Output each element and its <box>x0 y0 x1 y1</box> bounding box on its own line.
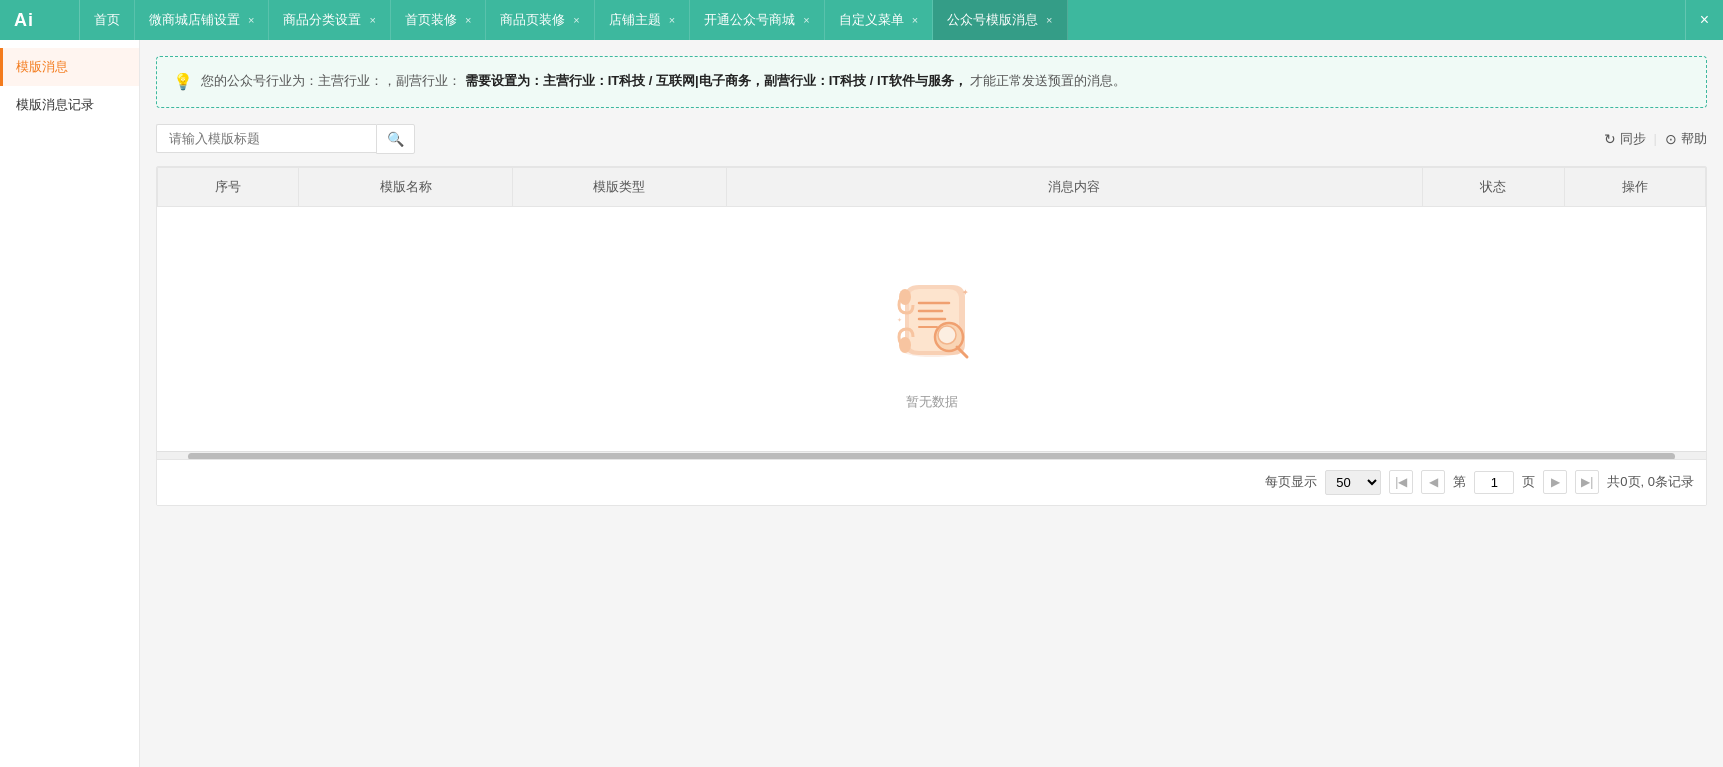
notice-text: 您的公众号行业为：主营行业：，副营行业： 需要设置为：主营行业：IT科技 / 互… <box>201 71 1126 92</box>
help-button[interactable]: ⊙ 帮助 <box>1665 130 1707 148</box>
nav-tab-3[interactable]: 首页装修 × <box>391 0 486 40</box>
page-label-before: 第 <box>1453 473 1466 491</box>
nav-tab-0[interactable]: 首页 <box>80 0 135 40</box>
table-col-1: 模版名称 <box>299 167 513 206</box>
pagination-bar: 每页显示 50 20 100 |◀ ◀ 第 页 ▶ ▶| 共0页, 0条记录 <box>157 459 1706 505</box>
nav-tab-close-2[interactable]: × <box>369 14 375 26</box>
nav-tab-label-8: 公众号模版消息 <box>947 11 1038 29</box>
notice-box: 💡 您的公众号行业为：主营行业：，副营行业： 需要设置为：主营行业：IT科技 /… <box>156 56 1707 108</box>
svg-point-8 <box>938 326 956 344</box>
nav-tab-close-1[interactable]: × <box>248 14 254 26</box>
nav-tab-close-4[interactable]: × <box>573 14 579 26</box>
nav-tab-close-3[interactable]: × <box>465 14 471 26</box>
nav-tab-6[interactable]: 开通公众号商城 × <box>690 0 824 40</box>
divider: | <box>1654 131 1657 146</box>
table-col-0: 序号 <box>158 167 299 206</box>
empty-text: 暂无数据 <box>906 393 958 411</box>
nav-tab-label-3: 首页装修 <box>405 11 457 29</box>
nav-tab-label-1: 微商城店铺设置 <box>149 11 240 29</box>
sidebar: 模版消息模版消息记录 <box>0 40 140 767</box>
sidebar-item-1[interactable]: 模版消息记录 <box>0 86 139 124</box>
horizontal-scrollbar[interactable] <box>157 451 1706 459</box>
nav-tab-label-5: 店铺主题 <box>609 11 661 29</box>
page-number-input[interactable] <box>1474 471 1514 494</box>
svg-text:✦: ✦ <box>962 288 969 297</box>
table-col-3: 消息内容 <box>726 167 1423 206</box>
logo: Ai <box>0 0 80 40</box>
nav-tab-close-5[interactable]: × <box>669 14 675 26</box>
sync-button[interactable]: ↻ 同步 <box>1604 130 1646 148</box>
close-all-tabs-button[interactable]: × <box>1685 0 1723 40</box>
svg-point-6 <box>899 337 911 353</box>
total-info: 共0页, 0条记录 <box>1607 473 1694 491</box>
nav-tab-label-0: 首页 <box>94 11 120 29</box>
table-container: 序号模版名称模版类型消息内容状态操作 <box>156 166 1707 506</box>
nav-tab-label-4: 商品页装修 <box>500 11 565 29</box>
next-page-button[interactable]: ▶ <box>1543 470 1567 494</box>
svg-point-5 <box>899 289 911 305</box>
empty-icon: ✦ ✦ <box>877 267 987 377</box>
table-col-4: 状态 <box>1423 167 1564 206</box>
search-bar: 🔍 ↻ 同步 | ⊙ 帮助 <box>156 124 1707 154</box>
page-size-label: 每页显示 <box>1265 473 1317 491</box>
nav-tab-close-6[interactable]: × <box>803 14 809 26</box>
search-icon: 🔍 <box>387 131 404 147</box>
search-button[interactable]: 🔍 <box>376 124 415 154</box>
top-navigation: Ai 首页微商城店铺设置×商品分类设置×首页装修×商品页装修×店铺主题×开通公众… <box>0 0 1723 40</box>
nav-tab-4[interactable]: 商品页装修 × <box>486 0 594 40</box>
page-label-after: 页 <box>1522 473 1535 491</box>
first-page-button[interactable]: |◀ <box>1389 470 1413 494</box>
page-size-select[interactable]: 50 20 100 <box>1325 470 1381 495</box>
nav-tab-close-8[interactable]: × <box>1046 14 1052 26</box>
prev-page-button[interactable]: ◀ <box>1421 470 1445 494</box>
search-input[interactable] <box>156 124 376 153</box>
svg-text:✦: ✦ <box>897 317 902 323</box>
nav-tab-label-6: 开通公众号商城 <box>704 11 795 29</box>
nav-tab-2[interactable]: 商品分类设置 × <box>269 0 390 40</box>
sidebar-item-0[interactable]: 模版消息 <box>0 48 139 86</box>
notice-icon: 💡 <box>173 69 193 95</box>
nav-tab-label-7: 自定义菜单 <box>839 11 904 29</box>
search-left: 🔍 <box>156 124 415 154</box>
table-col-2: 模版类型 <box>512 167 726 206</box>
main-layout: 模版消息模版消息记录 💡 您的公众号行业为：主营行业：，副营行业： 需要设置为：… <box>0 40 1723 767</box>
search-right: ↻ 同步 | ⊙ 帮助 <box>1604 130 1707 148</box>
content-area: 💡 您的公众号行业为：主营行业：，副营行业： 需要设置为：主营行业：IT科技 /… <box>140 40 1723 767</box>
nav-tab-7[interactable]: 自定义菜单 × <box>825 0 933 40</box>
help-icon: ⊙ <box>1665 131 1677 147</box>
table-col-5: 操作 <box>1564 167 1705 206</box>
nav-tab-5[interactable]: 店铺主题 × <box>595 0 690 40</box>
nav-tab-1[interactable]: 微商城店铺设置 × <box>135 0 269 40</box>
data-table: 序号模版名称模版类型消息内容状态操作 <box>157 167 1706 451</box>
empty-state: ✦ ✦ 暂无数据 <box>158 207 1706 451</box>
last-page-button[interactable]: ▶| <box>1575 470 1599 494</box>
table-header: 序号模版名称模版类型消息内容状态操作 <box>158 167 1706 206</box>
nav-tab-close-7[interactable]: × <box>912 14 918 26</box>
nav-tab-label-2: 商品分类设置 <box>283 11 361 29</box>
sync-icon: ↻ <box>1604 131 1616 147</box>
nav-tab-8[interactable]: 公众号模版消息 × <box>933 0 1067 40</box>
scrollbar-thumb[interactable] <box>188 453 1675 459</box>
